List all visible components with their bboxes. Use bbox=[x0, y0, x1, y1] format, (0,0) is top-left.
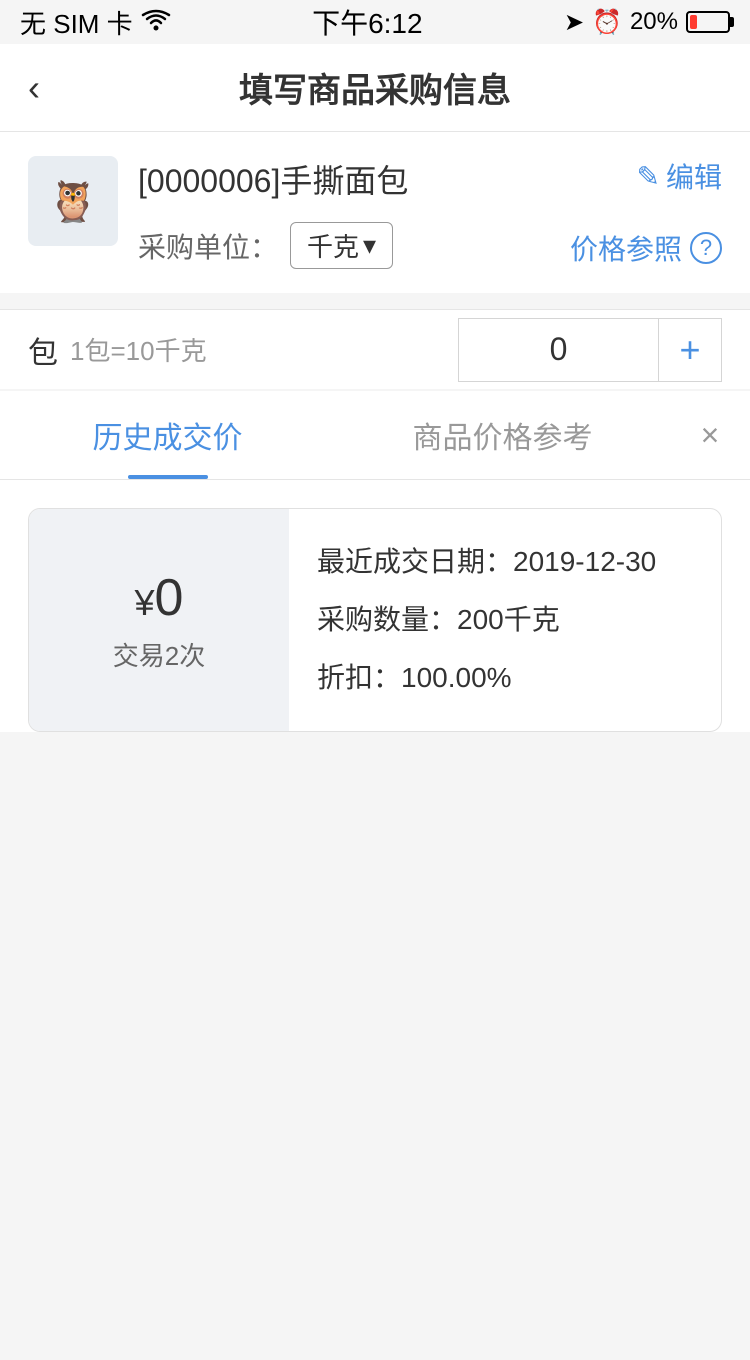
quantity-input[interactable] bbox=[458, 318, 658, 382]
status-bar: 无 SIM 卡 下午6:12 ➤ ⏰ 20% bbox=[0, 0, 750, 44]
product-name: [0000006]手撕面包 bbox=[138, 156, 408, 202]
quantity-row: 包 1包=10千克 + bbox=[0, 309, 750, 389]
product-header: 🦉 [0000006]手撕面包 采购单位： 千克 ▾ ✎ 编辑 价格参照 bbox=[28, 156, 722, 269]
discount-label: 折扣： bbox=[317, 662, 401, 693]
content-area bbox=[0, 760, 750, 1360]
product-card: 🦉 [0000006]手撕面包 采购单位： 千克 ▾ ✎ 编辑 价格参照 bbox=[0, 132, 750, 293]
unit-label: 采购单位： bbox=[138, 226, 278, 266]
status-bar-right: ➤ ⏰ 20% bbox=[564, 8, 730, 37]
history-card: ¥0 交易2次 最近成交日期：2019-12-30 采购数量：200千克 折扣：… bbox=[28, 508, 722, 732]
product-left: 🦉 [0000006]手撕面包 采购单位： 千克 ▾ bbox=[28, 156, 408, 269]
quantity-label-text: 采购数量： bbox=[317, 604, 457, 635]
quantity-value-text: 200千克 bbox=[457, 604, 560, 635]
product-unit-row: 采购单位： 千克 ▾ bbox=[138, 222, 408, 269]
price-value: 0 bbox=[155, 569, 184, 627]
status-bar-left: 无 SIM 卡 bbox=[20, 4, 171, 41]
tab-close-button[interactable]: × bbox=[670, 391, 750, 479]
unit-badge[interactable]: 千克 ▾ bbox=[290, 222, 393, 269]
edit-icon: ✎ bbox=[637, 160, 660, 193]
unit-value: 千克 bbox=[307, 227, 359, 264]
help-icon: ? bbox=[690, 232, 722, 264]
battery-indicator bbox=[686, 11, 730, 33]
product-info: [0000006]手撕面包 采购单位： 千克 ▾ bbox=[138, 156, 408, 269]
wifi-icon bbox=[141, 7, 171, 38]
edit-label: 编辑 bbox=[666, 156, 722, 196]
history-quantity: 采购数量：200千克 bbox=[317, 599, 693, 641]
discount-value: 100.00% bbox=[401, 662, 512, 693]
last-date-value: 2019-12-30 bbox=[513, 546, 656, 577]
alarm-icon: ⏰ bbox=[592, 8, 622, 37]
package-label: 包 bbox=[28, 328, 58, 372]
history-last-date: 最近成交日期：2019-12-30 bbox=[317, 541, 693, 583]
location-icon: ➤ bbox=[564, 8, 584, 37]
history-price: ¥0 bbox=[135, 568, 184, 628]
quantity-plus-button[interactable]: + bbox=[658, 318, 722, 382]
back-button[interactable]: ‹ bbox=[28, 67, 40, 109]
tab-product-label: 商品价格参考 bbox=[413, 413, 593, 457]
page-title: 填写商品采购信息 bbox=[239, 63, 511, 112]
tab-product-price[interactable]: 商品价格参考 bbox=[335, 391, 670, 479]
history-left: ¥0 交易2次 bbox=[29, 509, 289, 731]
carrier-text: 无 SIM 卡 bbox=[20, 4, 133, 41]
package-unit: 1包=10千克 bbox=[70, 331, 207, 368]
tabs-panel: 历史成交价 商品价格参考 × ¥0 交易2次 最近成交日期：2019-12-30… bbox=[0, 391, 750, 732]
product-owl-icon: 🦉 bbox=[48, 178, 98, 225]
quantity-label: 包 1包=10千克 bbox=[28, 328, 207, 372]
currency-symbol: ¥ bbox=[135, 582, 155, 623]
tabs-header: 历史成交价 商品价格参考 × bbox=[0, 391, 750, 480]
status-bar-time: 下午6:12 bbox=[312, 2, 423, 42]
battery-percent: 20% bbox=[630, 8, 678, 36]
history-right: 最近成交日期：2019-12-30 采购数量：200千克 折扣：100.00% bbox=[289, 509, 721, 731]
dropdown-icon: ▾ bbox=[363, 230, 376, 261]
history-count: 交易2次 bbox=[113, 636, 205, 673]
last-date-label: 最近成交日期： bbox=[317, 546, 513, 577]
tab-history-label: 历史成交价 bbox=[93, 413, 243, 457]
price-ref-label: 价格参照 bbox=[570, 228, 682, 268]
product-thumbnail: 🦉 bbox=[28, 156, 118, 246]
edit-button[interactable]: ✎ 编辑 bbox=[637, 156, 722, 196]
quantity-input-group: + bbox=[458, 318, 722, 382]
nav-bar: ‹ 填写商品采购信息 bbox=[0, 44, 750, 132]
price-ref-button[interactable]: 价格参照 ? bbox=[570, 228, 722, 268]
history-discount: 折扣：100.00% bbox=[317, 657, 693, 699]
tab-history-price[interactable]: 历史成交价 bbox=[0, 391, 335, 479]
